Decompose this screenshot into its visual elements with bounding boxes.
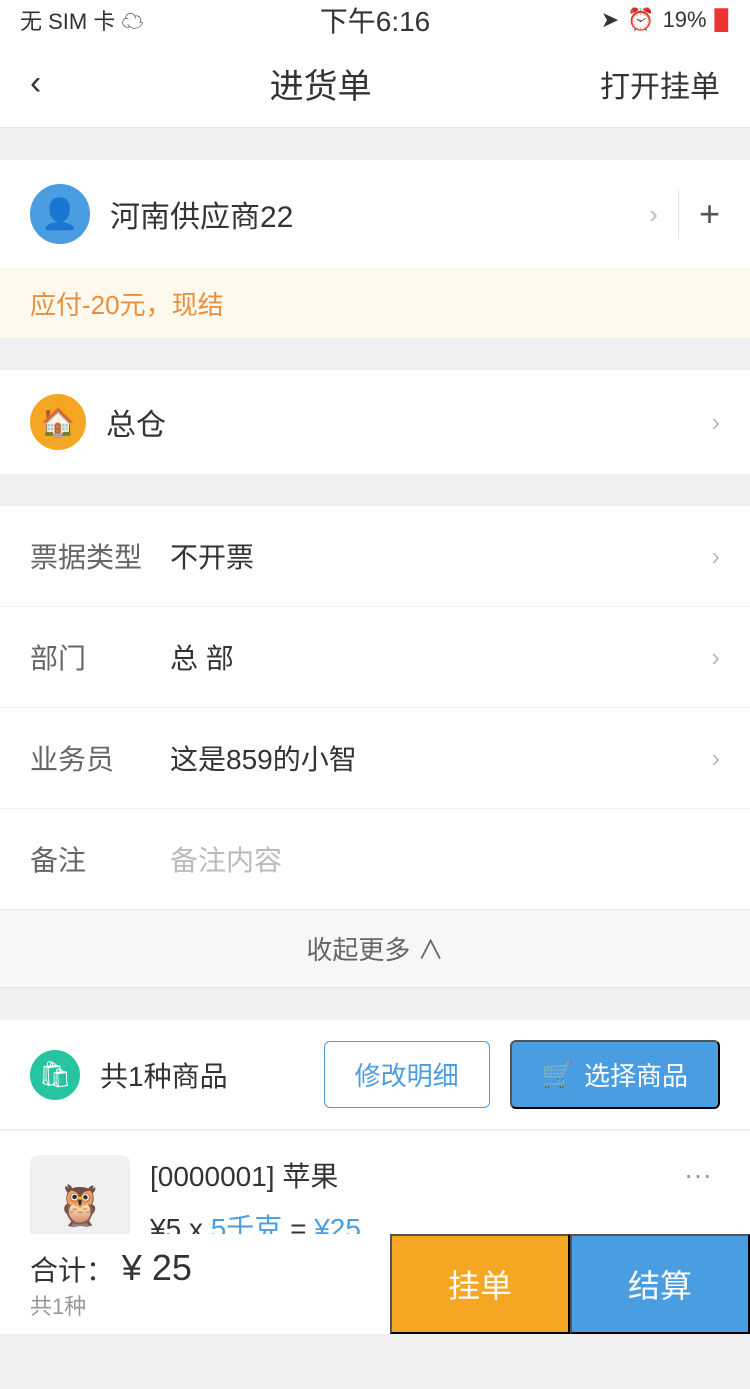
status-bar: 无 SIM 卡 ☁ 下午6:16 ➤ ⏰ 19% ▉ — [0, 0, 750, 40]
payment-info: 应付-20元，现结 — [0, 269, 750, 338]
total-label: 合计： — [30, 1255, 114, 1286]
select-product-icon: 🛒 — [542, 1059, 574, 1090]
modify-detail-button[interactable]: 修改明细 — [324, 1041, 490, 1108]
total-amount: ¥ 25 — [122, 1247, 192, 1288]
owl-icon: 🦉 — [55, 1182, 105, 1229]
separator-4 — [0, 988, 750, 1004]
sim-status: 无 SIM 卡 ☁ — [20, 4, 143, 36]
remarks-label: 备注 — [30, 839, 150, 879]
product-id: [0000001] — [150, 1161, 275, 1192]
back-button[interactable]: ‹ — [30, 64, 41, 103]
department-row[interactable]: 部门 总 部 › — [0, 607, 750, 708]
invoice-type-row[interactable]: 票据类型 不开票 › — [0, 506, 750, 607]
total-section: 合计： ¥ 25 共1种 — [0, 1247, 390, 1321]
vertical-divider — [678, 189, 679, 239]
salesperson-value: 这是859的小智 — [150, 738, 711, 778]
invoice-type-label: 票据类型 — [30, 536, 150, 576]
total-row: 合计： ¥ 25 — [30, 1247, 360, 1289]
hang-button[interactable]: 挂单 — [390, 1234, 570, 1334]
product-count-label: 共1种商品 — [100, 1055, 304, 1095]
form-section: 票据类型 不开票 › 部门 总 部 › 业务员 这是859的小智 › 备注 备注… — [0, 506, 750, 909]
remarks-row[interactable]: 备注 备注内容 — [0, 809, 750, 909]
warehouse-chevron-icon: › — [711, 407, 720, 438]
product-count-icon-circle: 🛍 — [30, 1050, 80, 1100]
separator-2 — [0, 338, 750, 354]
invoice-chevron-icon: › — [711, 541, 720, 572]
product-header: 🛍 共1种商品 修改明细 🛒 选择商品 — [0, 1020, 750, 1129]
battery-icon: ▉ — [715, 8, 730, 33]
supplier-chevron-icon: › — [649, 199, 658, 230]
product-name: [0000001] 苹果 — [150, 1155, 656, 1195]
separator-3 — [0, 474, 750, 490]
separator-1 — [0, 128, 750, 144]
location-icon: ➤ — [601, 7, 619, 33]
department-chevron-icon: › — [711, 642, 720, 673]
collapse-bar[interactable]: 收起更多 ∧ — [0, 909, 750, 988]
status-time: 下午6:16 — [320, 0, 431, 40]
avatar-icon: 👤 — [41, 197, 78, 232]
nav-bar: ‹ 进货单 打开挂单 — [0, 40, 750, 128]
supplier-row[interactable]: 👤 河南供应商22 › + — [0, 160, 750, 269]
salesperson-chevron-icon: › — [711, 743, 720, 774]
warehouse-section[interactable]: 🏠 总仓 › — [0, 370, 750, 474]
checkout-button[interactable]: 结算 — [570, 1234, 750, 1334]
total-count: 共1种 — [30, 1289, 360, 1321]
department-value: 总 部 — [150, 637, 711, 677]
select-product-label: 选择商品 — [584, 1056, 688, 1093]
bottom-bar: 合计： ¥ 25 共1种 挂单 结算 — [0, 1234, 750, 1334]
supplier-name: 河南供应商22 — [110, 192, 649, 236]
warehouse-icon: 🏠 — [41, 406, 76, 439]
open-hang-button[interactable]: 打开挂单 — [600, 62, 720, 106]
battery-status: 19% — [663, 7, 707, 33]
remarks-placeholder[interactable]: 备注内容 — [150, 839, 720, 879]
shopping-bag-icon: 🛍 — [38, 1059, 71, 1090]
supplier-avatar: 👤 — [30, 184, 90, 244]
select-product-button[interactable]: 🛒 选择商品 — [510, 1040, 720, 1109]
status-right: ➤ ⏰ 19% ▉ — [601, 7, 730, 33]
department-label: 部门 — [30, 637, 150, 677]
invoice-type-value: 不开票 — [150, 536, 711, 576]
salesperson-label: 业务员 — [30, 738, 150, 778]
product-more-button[interactable]: ··· — [676, 1155, 720, 1195]
status-left: 无 SIM 卡 ☁ — [20, 4, 143, 36]
supplier-section: 👤 河南供应商22 › + 应付-20元，现结 — [0, 160, 750, 338]
page-title: 进货单 — [270, 59, 372, 108]
warehouse-name: 总仓 — [106, 400, 711, 444]
add-supplier-button[interactable]: + — [699, 193, 720, 235]
alarm-icon: ⏰ — [627, 7, 654, 33]
warehouse-icon-circle: 🏠 — [30, 394, 86, 450]
product-title: 苹果 — [282, 1161, 338, 1192]
salesperson-row[interactable]: 业务员 这是859的小智 › — [0, 708, 750, 809]
